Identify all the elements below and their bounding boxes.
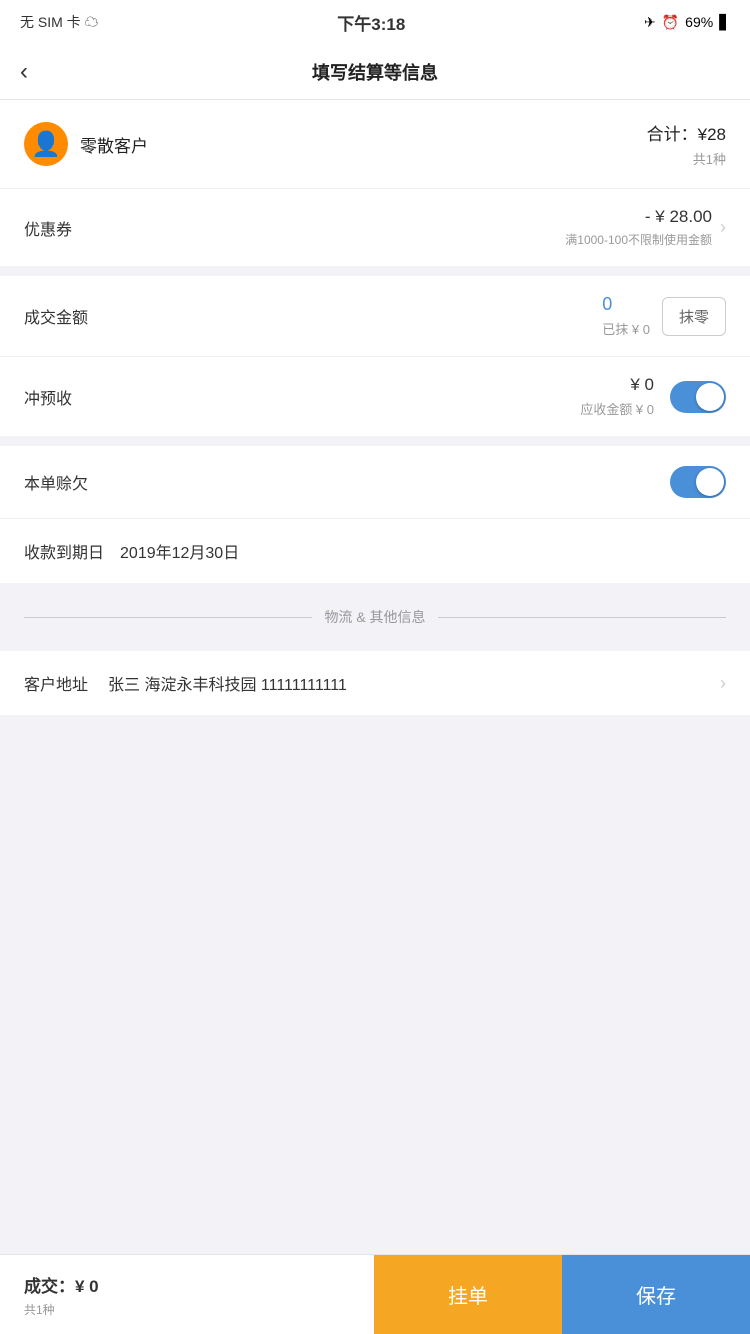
pre-col-amounts: ¥ 0 应收金额 ¥ 0 bbox=[580, 375, 654, 418]
page-title: 填写结算等信息 bbox=[312, 59, 438, 85]
pre-collection-toggle[interactable] bbox=[670, 381, 726, 413]
transaction-right: 0 已抹 ¥ 0 抹零 bbox=[602, 294, 726, 338]
logistics-line-left bbox=[24, 617, 312, 618]
toggle-knob bbox=[696, 383, 724, 411]
address-left: 客户地址 张三 海淀永丰科技园 11111111111 bbox=[24, 671, 347, 695]
address-value: 张三 海淀永丰科技园 11111111111 bbox=[108, 671, 347, 695]
hold-button[interactable]: 挂单 bbox=[374, 1255, 562, 1334]
bottom-bar: 成交：¥ 0 共1种 挂单 保存 bbox=[0, 1254, 750, 1334]
coupon-desc: 满1000-100不限制使用金额 bbox=[565, 231, 712, 248]
avatar: 👤 bbox=[24, 122, 68, 166]
coupon-label: 优惠券 bbox=[24, 216, 72, 240]
bottom-deal-label: 成交： bbox=[24, 1277, 75, 1296]
transaction-sub: 已抹 ¥ 0 bbox=[602, 319, 650, 338]
status-left: 无 SIM 卡 ☁ bbox=[20, 12, 99, 32]
credit-section: 本单赊欠 收款到期日 2019年12月30日 bbox=[0, 446, 750, 583]
customer-avatar-icon: 👤 bbox=[31, 130, 61, 159]
credit-label: 本单赊欠 bbox=[24, 470, 88, 494]
address-row: 客户地址 张三 海淀永丰科技园 11111111111 › bbox=[0, 651, 750, 715]
transaction-section: 成交金额 0 已抹 ¥ 0 抹零 冲预收 ¥ 0 应收金额 ¥ 0 bbox=[0, 276, 750, 436]
coupon-right: - ¥ 28.00 满1000-100不限制使用金额 › bbox=[565, 207, 726, 248]
customer-name: 零散客户 bbox=[80, 132, 148, 157]
coupon-detail: - ¥ 28.00 满1000-100不限制使用金额 bbox=[565, 207, 712, 248]
bottom-deal: 成交：¥ 0 bbox=[24, 1272, 350, 1297]
transaction-amount-block: 0 已抹 ¥ 0 bbox=[602, 294, 650, 338]
customer-section: 👤 零散客户 合计：¥28 共1种 优惠券 - ¥ 28.00 满1000-10… bbox=[0, 100, 750, 266]
address-label: 客户地址 bbox=[24, 671, 88, 695]
logistics-label: 物流 & 其他信息 bbox=[324, 607, 425, 627]
date-row: 收款到期日 2019年12月30日 bbox=[0, 519, 750, 583]
bottom-info: 成交：¥ 0 共1种 bbox=[0, 1272, 374, 1318]
total-amount: 合计：¥28 bbox=[647, 120, 726, 145]
back-button[interactable]: ‹ bbox=[20, 58, 28, 86]
credit-toggle-knob bbox=[696, 468, 724, 496]
status-right: ✈ ⏰ 69% ▋ bbox=[644, 14, 730, 31]
nav-bar: ‹ 填写结算等信息 bbox=[0, 44, 750, 100]
battery-icon: ▋ bbox=[719, 14, 730, 31]
status-bar: 无 SIM 卡 ☁ 下午3:18 ✈ ⏰ 69% ▋ bbox=[0, 0, 750, 44]
logistics-header: 物流 & 其他信息 bbox=[0, 593, 750, 641]
status-time: 下午3:18 bbox=[337, 10, 405, 35]
logistics-line-right bbox=[438, 617, 726, 618]
pre-collection-label: 冲预收 bbox=[24, 385, 72, 409]
discount-amount: - ¥ 28.00 bbox=[565, 207, 712, 227]
pre-sub: 应收金额 ¥ 0 bbox=[580, 399, 654, 418]
transaction-value: 0 bbox=[602, 294, 650, 315]
credit-row: 本单赊欠 bbox=[0, 446, 750, 519]
bottom-count: 共1种 bbox=[24, 1301, 350, 1318]
battery-text: 69% bbox=[685, 14, 713, 30]
save-button[interactable]: 保存 bbox=[562, 1255, 750, 1334]
alarm-icon: ⏰ bbox=[662, 14, 679, 31]
date-label: 收款到期日 bbox=[24, 539, 104, 563]
bottom-spacer bbox=[0, 725, 750, 825]
address-chevron-icon: › bbox=[720, 673, 726, 694]
credit-toggle[interactable] bbox=[670, 466, 726, 498]
customer-right: 合计：¥28 共1种 bbox=[647, 120, 726, 168]
chevron-right-icon: › bbox=[720, 217, 726, 238]
logistics-section: 物流 & 其他信息 bbox=[0, 593, 750, 641]
location-icon: ✈ bbox=[644, 14, 656, 31]
pre-col-right: ¥ 0 应收金额 ¥ 0 bbox=[580, 375, 726, 418]
no-sim-text: 无 SIM 卡 ☁ bbox=[20, 12, 99, 32]
customer-row: 👤 零散客户 合计：¥28 共1种 bbox=[0, 100, 750, 188]
address-section[interactable]: 客户地址 张三 海淀永丰科技园 11111111111 › bbox=[0, 651, 750, 715]
coupon-row[interactable]: 优惠券 - ¥ 28.00 满1000-100不限制使用金额 › bbox=[0, 188, 750, 266]
pre-collection-row: 冲预收 ¥ 0 应收金额 ¥ 0 bbox=[0, 357, 750, 436]
transaction-row: 成交金额 0 已抹 ¥ 0 抹零 bbox=[0, 276, 750, 357]
round-button[interactable]: 抹零 bbox=[662, 297, 726, 336]
transaction-label: 成交金额 bbox=[24, 304, 88, 328]
customer-left: 👤 零散客户 bbox=[24, 122, 148, 166]
bottom-deal-amount: ¥ 0 bbox=[75, 1277, 99, 1296]
date-value: 2019年12月30日 bbox=[120, 539, 239, 563]
total-count: 共1种 bbox=[647, 149, 726, 168]
pre-main: ¥ 0 bbox=[580, 375, 654, 395]
